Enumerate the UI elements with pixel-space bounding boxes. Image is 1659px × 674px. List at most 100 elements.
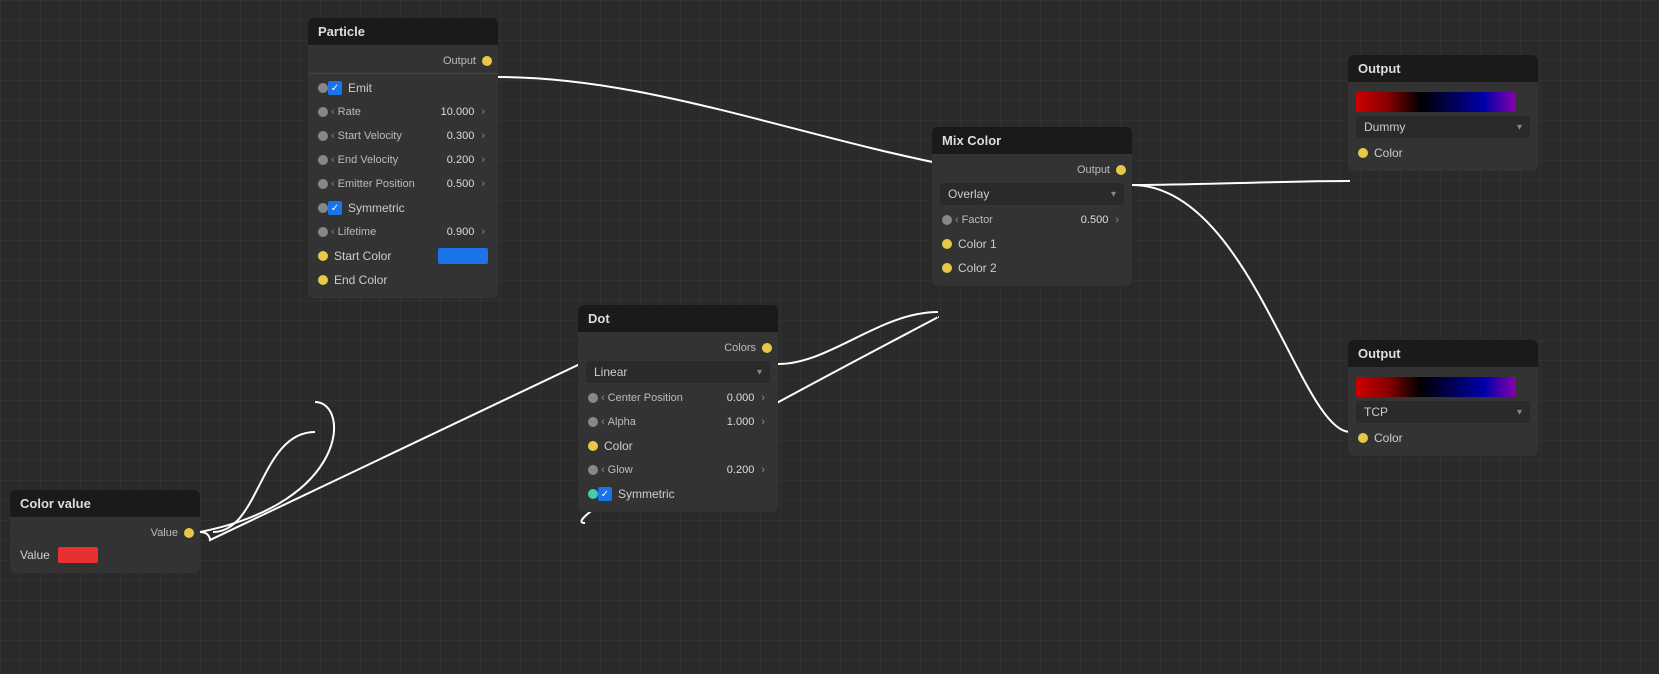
particle-startvel-left-arrow[interactable]: ‹ [328, 130, 338, 142]
dot-alpha-right-arrow[interactable]: › [758, 416, 768, 428]
mixcolor-color1-row: Color 1 [932, 232, 1132, 256]
dot-glow-stepper: ‹ Glow 0.200 › [598, 464, 768, 476]
output1-name-dropdown[interactable]: Dummy ▾ [1356, 116, 1530, 138]
colorvalue-value-socket[interactable] [184, 528, 194, 538]
particle-lifetime-label: Lifetime [338, 226, 443, 238]
node-output1: Output Dummy ▾ Color [1348, 55, 1538, 171]
dot-centerpos-label: Center Position [608, 392, 723, 404]
dot-color-label: Color [604, 439, 633, 453]
mixcolor-factor-right-arrow[interactable]: › [1112, 214, 1122, 226]
particle-startvel-right-arrow[interactable]: › [478, 130, 488, 142]
dot-color-socket[interactable] [588, 441, 598, 451]
colorvalue-value-label-top: Value [151, 527, 178, 539]
particle-emitterpos-socket[interactable] [318, 179, 328, 189]
particle-endvel-right-arrow[interactable]: › [478, 154, 488, 166]
particle-rate-right-arrow[interactable]: › [478, 106, 488, 118]
particle-emit-checkbox[interactable] [328, 81, 342, 95]
mixcolor-factor-stepper: ‹ Factor 0.500 › [952, 214, 1122, 226]
particle-symmetric-checkbox[interactable] [328, 201, 342, 215]
particle-startcolor-row: Start Color [308, 244, 498, 268]
mixcolor-factor-left-arrow[interactable]: ‹ [952, 214, 962, 226]
dot-interpolation-label: Linear [594, 365, 757, 379]
particle-rate-socket[interactable] [318, 107, 328, 117]
particle-startvel-socket[interactable] [318, 131, 328, 141]
particle-node-title: Particle [308, 18, 498, 45]
node-mixcolor: Mix Color Output Overlay ▾ ‹ Factor 0.50… [932, 127, 1132, 286]
mixcolor-factor-socket[interactable] [942, 215, 952, 225]
dot-alpha-left-arrow[interactable]: ‹ [598, 416, 608, 428]
particle-rate-stepper: ‹ Rate 10.000 › [328, 106, 488, 118]
particle-endcolor-socket[interactable] [318, 275, 328, 285]
mixcolor-output-row: Output [932, 160, 1132, 180]
output2-color-socket[interactable] [1358, 433, 1368, 443]
mixcolor-color2-socket[interactable] [942, 263, 952, 273]
particle-emit-row: Emit [308, 76, 498, 100]
output1-gradient [1356, 92, 1516, 112]
mixcolor-color1-socket[interactable] [942, 239, 952, 249]
output1-color-label: Color [1374, 146, 1403, 160]
colorvalue-value-label: Value [20, 548, 50, 562]
dot-glow-left-arrow[interactable]: ‹ [598, 464, 608, 476]
particle-lifetime-right-arrow[interactable]: › [478, 226, 488, 238]
dot-color-row: Color [578, 434, 778, 458]
dot-title: Dot [578, 305, 778, 332]
particle-rate-left-arrow[interactable]: ‹ [328, 106, 338, 118]
particle-endvel-label: End Velocity [338, 154, 443, 166]
mixcolor-overlay-label: Overlay [948, 187, 1111, 201]
dot-centerpos-socket[interactable] [588, 393, 598, 403]
particle-symmetric-socket[interactable] [318, 203, 328, 213]
output2-name-arrow: ▾ [1517, 407, 1522, 418]
colorvalue-title: Color value [10, 490, 200, 517]
particle-startcolor-socket[interactable] [318, 251, 328, 261]
dot-colors-output-row: Colors [578, 338, 778, 358]
output1-name-arrow: ▾ [1517, 122, 1522, 133]
colorvalue-value-swatch[interactable] [58, 547, 98, 563]
particle-emitterpos-value: 0.500 [447, 178, 475, 190]
node-output2: Output TCP ▾ Color [1348, 340, 1538, 456]
dot-symmetric-row: Symmetric [578, 482, 778, 506]
particle-startvel-label: Start Velocity [338, 130, 443, 142]
particle-output-socket[interactable] [482, 56, 492, 66]
mixcolor-factor-row: ‹ Factor 0.500 › [932, 208, 1132, 232]
dot-glow-right-arrow[interactable]: › [758, 464, 768, 476]
dot-colors-label: Colors [724, 342, 756, 354]
dot-colors-socket[interactable] [762, 343, 772, 353]
dot-symmetric-checkbox[interactable] [598, 487, 612, 501]
dot-symmetric-label: Symmetric [618, 487, 675, 501]
dot-glow-socket[interactable] [588, 465, 598, 475]
particle-emitterpos-right-arrow[interactable]: › [478, 178, 488, 190]
mixcolor-factor-value: 0.500 [1081, 214, 1109, 226]
particle-emitterpos-left-arrow[interactable]: ‹ [328, 178, 338, 190]
particle-startcolor-swatch[interactable] [438, 248, 488, 264]
particle-emitterpos-row: ‹ Emitter Position 0.500 › [308, 172, 498, 196]
particle-startvel-stepper: ‹ Start Velocity 0.300 › [328, 130, 488, 142]
dot-glow-row: ‹ Glow 0.200 › [578, 458, 778, 482]
particle-lifetime-stepper: ‹ Lifetime 0.900 › [328, 226, 488, 238]
particle-lifetime-left-arrow[interactable]: ‹ [328, 226, 338, 238]
particle-rate-value: 10.000 [441, 106, 475, 118]
particle-endvel-left-arrow[interactable]: ‹ [328, 154, 338, 166]
dot-centerpos-row: ‹ Center Position 0.000 › [578, 386, 778, 410]
dot-alpha-value: 1.000 [727, 416, 755, 428]
mixcolor-overlay-dropdown[interactable]: Overlay ▾ [940, 183, 1124, 205]
dot-centerpos-right-arrow[interactable]: › [758, 392, 768, 404]
particle-lifetime-socket[interactable] [318, 227, 328, 237]
output1-color-socket[interactable] [1358, 148, 1368, 158]
dot-interpolation-dropdown[interactable]: Linear ▾ [586, 361, 770, 383]
dot-centerpos-value: 0.000 [727, 392, 755, 404]
mixcolor-output-socket[interactable] [1116, 165, 1126, 175]
particle-emit-socket[interactable] [318, 83, 328, 93]
dot-symmetric-socket[interactable] [588, 489, 598, 499]
particle-output-label: Output [443, 55, 476, 67]
dot-centerpos-stepper: ‹ Center Position 0.000 › [598, 392, 768, 404]
output2-name-dropdown[interactable]: TCP ▾ [1356, 401, 1530, 423]
node-colorvalue: Color value Value Value [10, 490, 200, 573]
particle-endvel-socket[interactable] [318, 155, 328, 165]
dot-interpolation-arrow: ▾ [757, 367, 762, 378]
dot-centerpos-left-arrow[interactable]: ‹ [598, 392, 608, 404]
particle-emit-label: Emit [348, 81, 372, 95]
output2-gradient [1356, 377, 1516, 397]
particle-startcolor-label: Start Color [334, 249, 432, 263]
dot-alpha-socket[interactable] [588, 417, 598, 427]
dot-glow-label: Glow [608, 464, 723, 476]
